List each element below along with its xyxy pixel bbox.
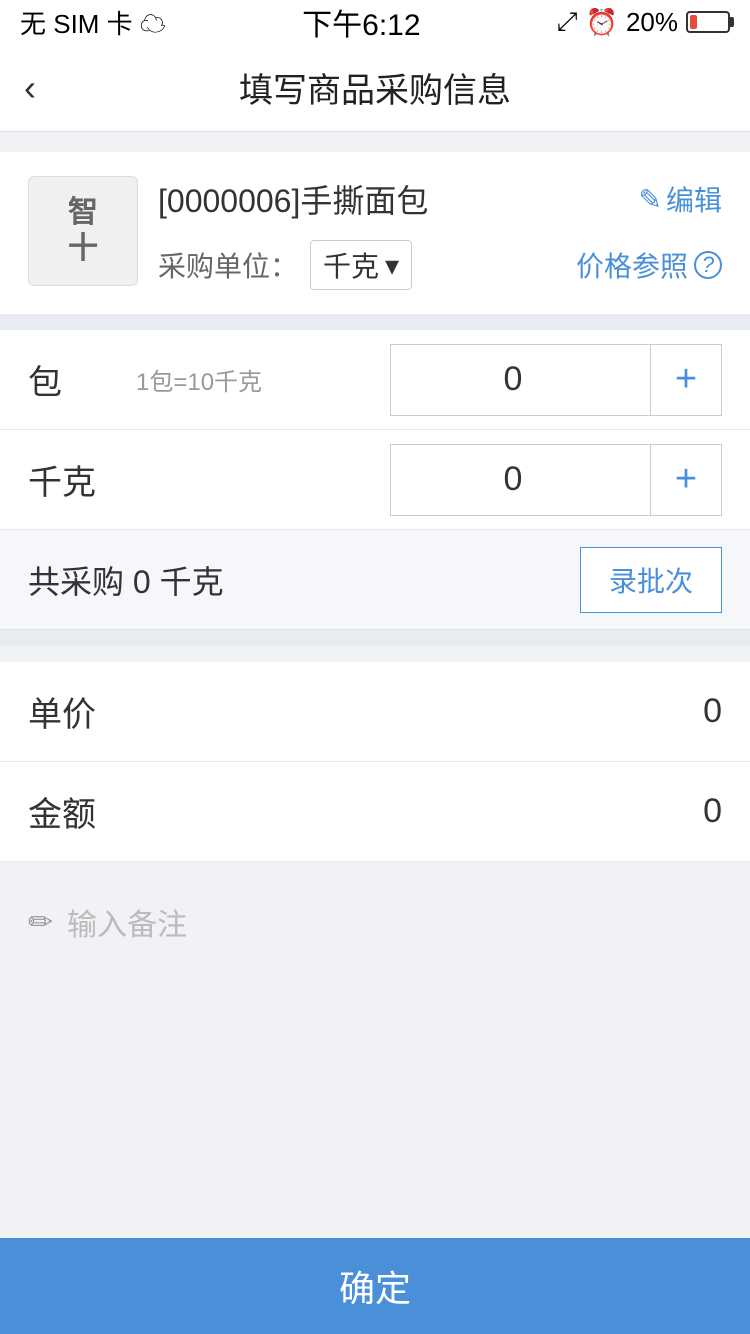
product-name: [0000006]手撕面包	[158, 176, 428, 222]
amount-label: 金额	[28, 787, 96, 836]
confirm-button[interactable]: 确定	[0, 1238, 750, 1334]
location-icon: ⤢	[557, 6, 578, 38]
package-input-wrapper: +	[390, 344, 722, 416]
kg-input-wrapper: +	[390, 444, 722, 516]
price-ref-button[interactable]: 价格参照 ?	[576, 245, 722, 285]
no-sim-label: 无 SIM 卡 ☁	[20, 4, 166, 41]
kg-input[interactable]	[390, 444, 650, 516]
logo-line1: 智	[68, 195, 98, 231]
unit-row: 采购单位： 千克 ▾ 价格参照 ?	[158, 240, 722, 290]
total-text: 共采购 0 千克	[28, 557, 224, 603]
alarm-icon: ⏰	[586, 7, 618, 38]
product-info: [0000006]手撕面包 ✎ 编辑 采购单位： 千克 ▾ 价格参照 ?	[158, 176, 722, 290]
status-time: 下午6:12	[302, 0, 420, 44]
edit-label: 编辑	[666, 179, 722, 219]
product-image: 智 十	[28, 176, 138, 286]
batch-button[interactable]: 录批次	[580, 547, 722, 613]
status-bar: 无 SIM 卡 ☁ 下午6:12 ⤢ ⏰ 20%	[0, 0, 750, 44]
dropdown-arrow-icon: ▾	[385, 249, 399, 282]
package-label: 包	[28, 355, 128, 404]
battery-indicator	[686, 11, 730, 33]
status-left: 无 SIM 卡 ☁	[20, 4, 166, 41]
edit-button[interactable]: ✎ 编辑	[639, 179, 722, 219]
purchase-unit-label: 采购单位：	[158, 245, 298, 285]
unit-left: 采购单位： 千克 ▾	[158, 240, 412, 290]
confirm-button-label: 确定	[339, 1260, 411, 1312]
page-title: 填写商品采购信息	[239, 63, 511, 112]
edit-icon: ✎	[639, 183, 662, 216]
total-row: 共采购 0 千克 录批次	[0, 530, 750, 630]
package-unit-label: 1包=10千克	[136, 362, 390, 397]
kg-plus-button[interactable]: +	[650, 444, 722, 516]
logo-line2: 十	[68, 231, 98, 267]
product-name-row: [0000006]手撕面包 ✎ 编辑	[158, 176, 722, 222]
back-button[interactable]: ‹	[24, 67, 36, 109]
kg-label: 千克	[28, 455, 128, 504]
unit-price-label: 单价	[28, 687, 96, 736]
package-plus-button[interactable]: +	[650, 344, 722, 416]
note-section[interactable]: ✏ 输入备注	[0, 862, 750, 982]
help-icon: ?	[694, 251, 722, 279]
package-input[interactable]	[390, 344, 650, 416]
nav-bar: ‹ 填写商品采购信息	[0, 44, 750, 132]
amount-row: 金额 0	[0, 762, 750, 862]
unit-price-row: 单价 0	[0, 662, 750, 762]
battery-fill	[690, 15, 697, 29]
status-right: ⤢ ⏰ 20%	[557, 6, 730, 38]
input-section: 包 1包=10千克 + 千克 +	[0, 330, 750, 530]
pencil-icon: ✏	[28, 905, 53, 940]
product-card: 智 十 [0000006]手撕面包 ✎ 编辑 采购单位： 千克 ▾ 价格参照 ?	[0, 152, 750, 314]
separator-2	[0, 630, 750, 646]
unit-dropdown[interactable]: 千克 ▾	[310, 240, 412, 290]
product-logo: 智 十	[68, 195, 98, 267]
main-content-area	[0, 982, 750, 1282]
unit-price-value: 0	[703, 692, 722, 731]
price-ref-label: 价格参照	[576, 245, 688, 285]
package-row: 包 1包=10千克 +	[0, 330, 750, 430]
note-placeholder: 输入备注	[67, 900, 187, 944]
battery-percent: 20%	[626, 7, 678, 38]
battery-body	[686, 11, 730, 33]
price-section: 单价 0 金额 0	[0, 662, 750, 862]
amount-value: 0	[703, 792, 722, 831]
unit-value: 千克	[323, 245, 379, 285]
separator-1	[0, 314, 750, 330]
kg-row: 千克 +	[0, 430, 750, 530]
